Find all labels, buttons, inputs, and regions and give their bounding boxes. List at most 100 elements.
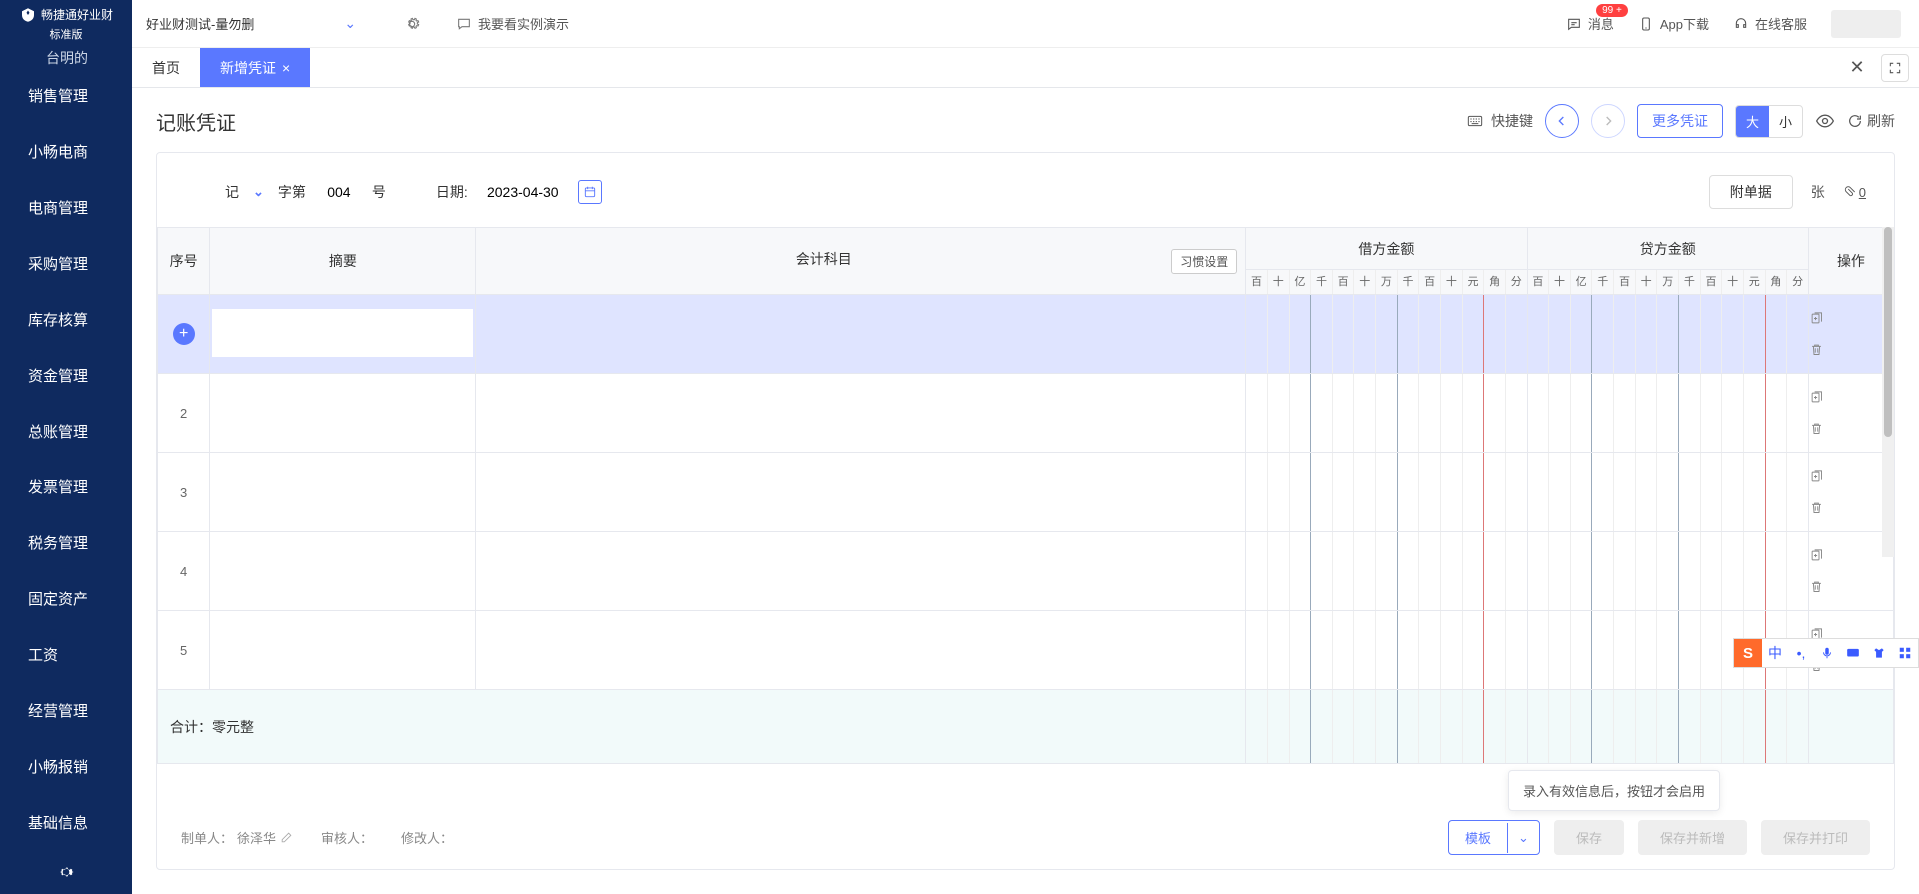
ime-toolbar[interactable]: S 中 •, (1733, 638, 1919, 668)
tab-new-voucher[interactable]: 新增凭证 × (200, 48, 310, 87)
summary-cell[interactable] (210, 453, 476, 532)
account-cell[interactable] (476, 611, 1246, 690)
credit-cell[interactable] (1527, 295, 1808, 374)
sidebar-item-xiaochang-ec[interactable]: 小畅电商 (0, 124, 132, 180)
debit-cell[interactable] (1246, 453, 1527, 532)
copy-row-icon[interactable] (1809, 469, 1893, 484)
delete-row-icon[interactable] (1809, 421, 1893, 436)
summary-input[interactable] (212, 309, 473, 357)
copy-row-icon[interactable] (1809, 548, 1893, 563)
sidebar-item-inventory[interactable]: 库存核算 (0, 291, 132, 347)
phone-icon (1638, 16, 1654, 32)
sidebar-item-partial[interactable]: 台明的 (0, 48, 132, 68)
fullscreen-icon[interactable] (1881, 54, 1909, 82)
copy-row-icon[interactable] (1809, 390, 1893, 405)
sidebar-item-business[interactable]: 经营管理 (0, 682, 132, 738)
summary-cell[interactable] (210, 611, 476, 690)
summary-cell[interactable] (210, 295, 476, 374)
sidebar-item-tax[interactable]: 税务管理 (0, 515, 132, 571)
sheets-label: 张 (1811, 182, 1825, 202)
attachment-count[interactable]: 0 (1843, 185, 1866, 200)
more-vouchers-button[interactable]: 更多凭证 (1637, 104, 1723, 138)
size-small-option[interactable]: 小 (1769, 106, 1802, 137)
ops-cell (1808, 295, 1893, 374)
messages-link[interactable]: 消息 99 + (1566, 14, 1614, 33)
settings-gear-icon[interactable] (404, 16, 420, 32)
copy-row-icon[interactable] (1809, 311, 1893, 326)
calendar-icon[interactable] (578, 180, 602, 204)
edit-maker-icon[interactable] (280, 831, 293, 844)
online-service-link[interactable]: 在线客服 (1733, 14, 1807, 33)
sidebar-item-invoice[interactable]: 发票管理 (0, 459, 132, 515)
sidebar-item-expense[interactable]: 小畅报销 (0, 738, 132, 794)
size-big-option[interactable]: 大 (1736, 106, 1769, 137)
sidebar-item-funds[interactable]: 资金管理 (0, 347, 132, 403)
account-cell[interactable] (476, 453, 1246, 532)
demo-link[interactable]: 我要看实例演示 (456, 14, 569, 33)
ime-keyboard-icon[interactable] (1840, 639, 1866, 667)
template-dropdown-icon[interactable]: ⌄ (1507, 823, 1539, 853)
table-row[interactable]: + (158, 295, 1894, 374)
ime-mic-icon[interactable] (1814, 639, 1840, 667)
summary-cell[interactable] (210, 374, 476, 453)
summary-cell[interactable] (210, 532, 476, 611)
date-label: 日期: (436, 182, 468, 202)
account-cell[interactable] (476, 374, 1246, 453)
ime-logo-icon[interactable]: S (1734, 639, 1762, 667)
table-row[interactable]: 3 (158, 453, 1894, 532)
sidebar-settings-icon[interactable] (0, 850, 132, 894)
ime-punct-icon[interactable]: •, (1788, 639, 1814, 667)
attach-receipt-button[interactable]: 附单据 (1709, 175, 1793, 209)
voucher-number-input[interactable] (316, 184, 362, 200)
debit-cell[interactable] (1246, 611, 1527, 690)
ime-cn-icon[interactable]: 中 (1762, 639, 1788, 667)
template-button[interactable]: 模板 ⌄ (1448, 820, 1540, 855)
shortcut-button[interactable]: 快捷键 (1465, 111, 1533, 131)
chevron-down-icon[interactable]: ⌄ (253, 184, 264, 200)
delete-row-icon[interactable] (1809, 342, 1893, 357)
user-avatar[interactable] (1831, 10, 1901, 38)
delete-row-icon[interactable] (1809, 579, 1893, 594)
date-input[interactable] (478, 184, 568, 200)
sidebar-item-assets[interactable]: 固定资产 (0, 571, 132, 627)
debit-cell[interactable] (1246, 374, 1527, 453)
page-title: 记账凭证 (156, 107, 236, 136)
app-download-link[interactable]: App下载 (1638, 14, 1709, 33)
vertical-scrollbar[interactable] (1882, 227, 1894, 557)
chevron-down-icon[interactable]: ⌄ (344, 15, 356, 32)
table-row[interactable]: 2 (158, 374, 1894, 453)
add-row-icon[interactable]: + (173, 323, 195, 345)
next-voucher-button[interactable] (1591, 104, 1625, 138)
project-selector[interactable]: 好业财测试-量勿删 ⌄ (146, 14, 386, 33)
demo-label: 我要看实例演示 (478, 14, 569, 33)
th-account: 会计科目 习惯设置 (476, 228, 1246, 295)
ime-shirt-icon[interactable] (1866, 639, 1892, 667)
sidebar-item-sales[interactable]: 销售管理 (0, 68, 132, 124)
close-all-tabs-icon[interactable]: ✕ (1843, 54, 1871, 82)
table-row[interactable]: 4 (158, 532, 1894, 611)
sidebar-item-ledger[interactable]: 总账管理 (0, 403, 132, 459)
credit-cell[interactable] (1527, 374, 1808, 453)
sidebar-item-salary[interactable]: 工资 (0, 627, 132, 683)
preview-icon[interactable] (1815, 111, 1835, 131)
debit-cell[interactable] (1246, 532, 1527, 611)
tab-close-icon[interactable]: × (282, 60, 290, 76)
credit-cell[interactable] (1527, 532, 1808, 611)
refresh-button[interactable]: 刷新 (1847, 111, 1895, 131)
delete-row-icon[interactable] (1809, 500, 1893, 515)
tabs-bar: 首页 新增凭证 × ✕ (132, 48, 1919, 88)
prev-voucher-button[interactable] (1545, 104, 1579, 138)
voucher-type[interactable]: 记 (225, 182, 239, 202)
hao-label: 号 (372, 182, 386, 202)
ime-grid-icon[interactable] (1892, 639, 1918, 667)
sidebar-item-ecommerce[interactable]: 电商管理 (0, 180, 132, 236)
credit-cell[interactable] (1527, 453, 1808, 532)
account-cell[interactable] (476, 532, 1246, 611)
habit-settings-button[interactable]: 习惯设置 (1171, 249, 1237, 274)
account-cell[interactable] (476, 295, 1246, 374)
sidebar-item-basic[interactable]: 基础信息 (0, 794, 132, 850)
table-row[interactable]: 5 (158, 611, 1894, 690)
sidebar-item-purchase[interactable]: 采购管理 (0, 236, 132, 292)
debit-cell[interactable] (1246, 295, 1527, 374)
tab-home[interactable]: 首页 (132, 48, 200, 87)
